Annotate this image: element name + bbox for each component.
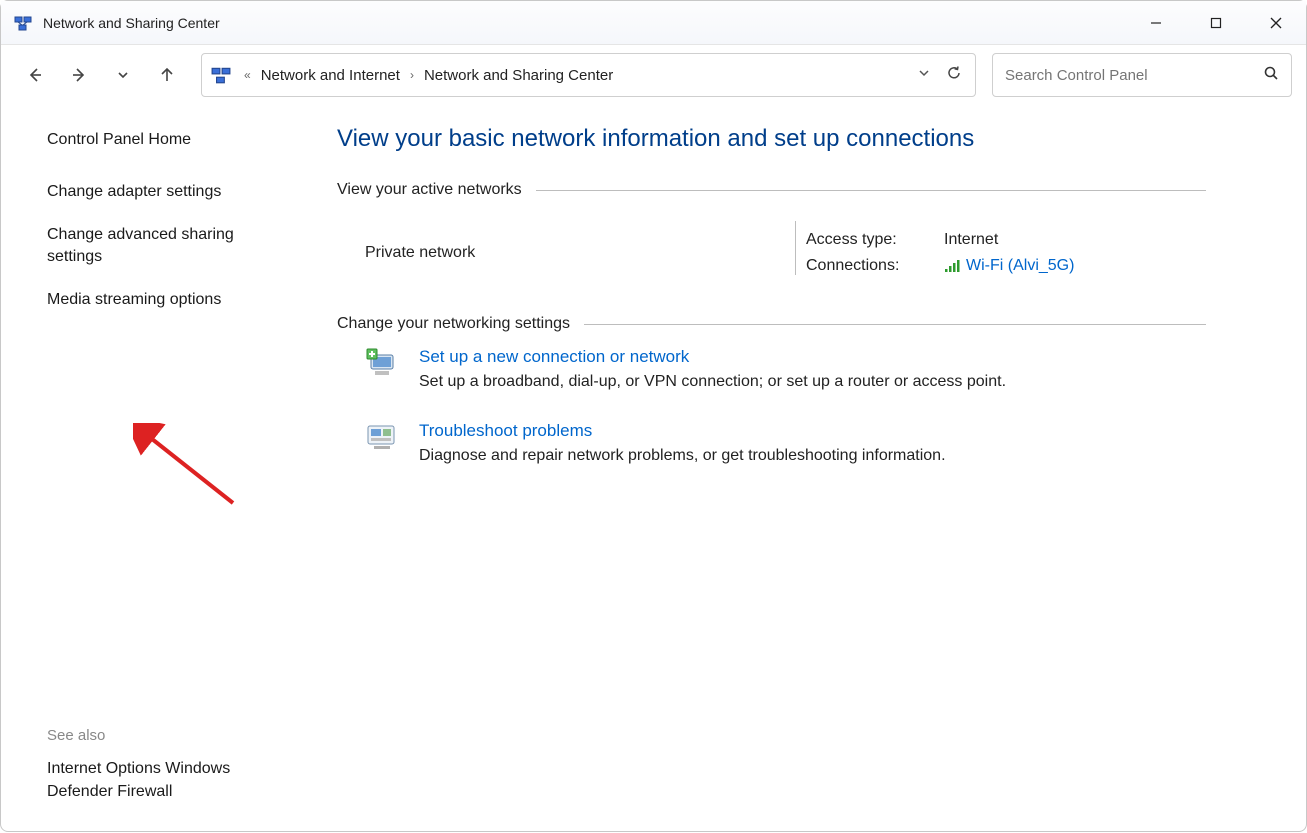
window-controls bbox=[1126, 1, 1306, 45]
location-icon bbox=[208, 62, 234, 88]
settings-list: Set up a new connection or network Set u… bbox=[337, 347, 1206, 465]
setup-connection-desc: Set up a broadband, dial-up, or VPN conn… bbox=[419, 373, 1006, 391]
recent-dropdown[interactable] bbox=[103, 55, 143, 95]
wifi-connection-link[interactable]: Wi-Fi (Alvi_5G) bbox=[944, 257, 1074, 275]
app-icon bbox=[13, 13, 33, 33]
setup-connection-link[interactable]: Set up a new connection or network bbox=[419, 347, 689, 367]
wifi-name: Wi-Fi (Alvi_5G) bbox=[966, 257, 1074, 275]
refresh-button[interactable] bbox=[945, 64, 963, 87]
divider bbox=[536, 190, 1206, 191]
sidebar-link-adapter[interactable]: Change adapter settings bbox=[47, 181, 281, 203]
section-change-settings: Change your networking settings bbox=[337, 315, 1206, 333]
network-name-block: Private network bbox=[365, 231, 795, 275]
see-also-internet-options[interactable]: Internet Options bbox=[47, 760, 161, 777]
titlebar: Network and Sharing Center bbox=[1, 1, 1306, 45]
up-button[interactable] bbox=[147, 55, 187, 95]
address-dropdown[interactable] bbox=[917, 66, 931, 85]
section-label: View your active networks bbox=[337, 181, 536, 199]
toolbar: « Network and Internet › Network and Sha… bbox=[1, 45, 1306, 105]
setup-connection-icon bbox=[365, 347, 399, 381]
troubleshoot-icon bbox=[365, 421, 399, 455]
main-panel: View your basic network information and … bbox=[301, 105, 1306, 833]
sidebar-link-media-streaming[interactable]: Media streaming options bbox=[47, 289, 281, 311]
network-details: Access type: Internet Connections: Wi-Fi… bbox=[806, 231, 1074, 275]
window-title: Network and Sharing Center bbox=[43, 15, 220, 31]
see-also-label: See also bbox=[47, 727, 281, 744]
chevron-right-icon[interactable]: › bbox=[404, 68, 420, 82]
close-button[interactable] bbox=[1246, 1, 1306, 45]
maximize-button[interactable] bbox=[1186, 1, 1246, 45]
search-icon[interactable] bbox=[1263, 65, 1279, 86]
control-panel-home-link[interactable]: Control Panel Home bbox=[47, 129, 281, 151]
section-active-networks: View your active networks bbox=[337, 181, 1206, 199]
vertical-divider bbox=[795, 221, 796, 275]
search-input[interactable] bbox=[1005, 67, 1263, 84]
minimize-button[interactable] bbox=[1126, 1, 1186, 45]
settings-item-setup-connection: Set up a new connection or network Set u… bbox=[365, 347, 1206, 391]
breadcrumb-item[interactable]: Network and Internet bbox=[257, 65, 404, 86]
breadcrumb-item[interactable]: Network and Sharing Center bbox=[420, 65, 617, 86]
section-label: Change your networking settings bbox=[337, 315, 584, 333]
sidebar-link-advanced-sharing[interactable]: Change advanced sharing settings bbox=[47, 224, 281, 269]
active-network-row: Private network Access type: Internet Co… bbox=[337, 213, 1206, 315]
sidebar: Control Panel Home Change adapter settin… bbox=[1, 105, 301, 833]
settings-item-troubleshoot: Troubleshoot problems Diagnose and repai… bbox=[365, 421, 1206, 465]
troubleshoot-desc: Diagnose and repair network problems, or… bbox=[419, 447, 946, 465]
forward-button[interactable] bbox=[59, 55, 99, 95]
see-also: See also Internet Options Windows Defend… bbox=[47, 727, 281, 813]
access-type-label: Access type: bbox=[806, 231, 926, 249]
troubleshoot-link[interactable]: Troubleshoot problems bbox=[419, 421, 592, 441]
address-bar[interactable]: « Network and Internet › Network and Sha… bbox=[201, 53, 976, 97]
divider bbox=[584, 324, 1206, 325]
content-area: Control Panel Home Change adapter settin… bbox=[1, 105, 1306, 833]
connections-label: Connections: bbox=[806, 257, 926, 275]
network-type: Private network bbox=[365, 244, 475, 262]
chevron-left-icon[interactable]: « bbox=[238, 68, 257, 82]
access-type-value: Internet bbox=[944, 231, 1074, 249]
wifi-signal-icon bbox=[944, 259, 960, 273]
search-box[interactable] bbox=[992, 53, 1292, 97]
annotation-arrow-icon bbox=[133, 423, 243, 513]
back-button[interactable] bbox=[15, 55, 55, 95]
page-heading: View your basic network information and … bbox=[337, 125, 1206, 153]
